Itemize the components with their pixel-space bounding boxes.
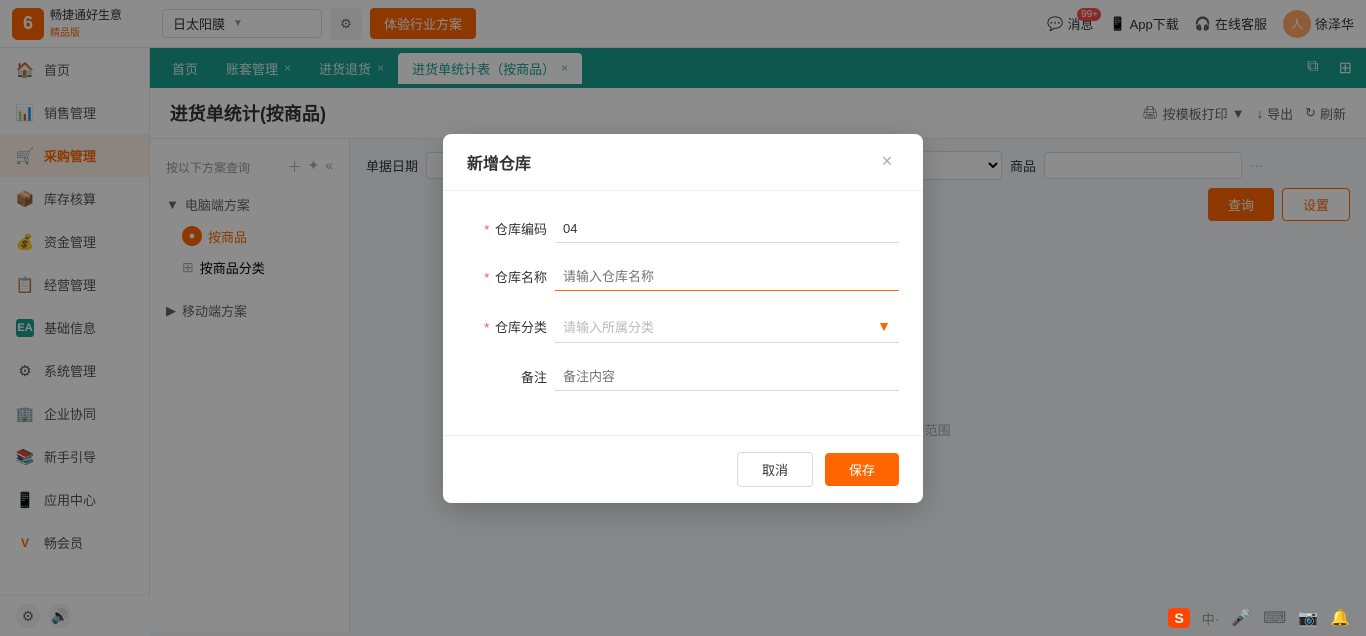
warehouse-name-input[interactable] (555, 263, 899, 291)
modal-title: 新增仓库 (467, 150, 531, 174)
warehouse-remark-label: 备注 (467, 367, 547, 386)
warehouse-code-input[interactable] (555, 215, 899, 243)
modal-close-button[interactable]: × (875, 150, 899, 174)
warehouse-category-row: * 仓库分类 请输入所属分类 ▼ (467, 311, 899, 343)
warehouse-remark-input[interactable] (555, 363, 899, 391)
warehouse-remark-row: 备注 (467, 363, 899, 391)
save-button[interactable]: 保存 (825, 453, 899, 486)
warehouse-code-label: * 仓库编码 (467, 219, 547, 238)
modal-overlay: 新增仓库 × * 仓库编码 * 仓库名称 * (0, 0, 1366, 636)
cancel-button[interactable]: 取消 (737, 452, 813, 487)
category-dropdown-icon: ▼ (877, 318, 891, 334)
keyboard-icon[interactable]: ⌨ (1263, 608, 1286, 628)
warehouse-name-label: * 仓库名称 (467, 267, 547, 286)
warehouse-name-row: * 仓库名称 (467, 263, 899, 291)
notification-icon[interactable]: 🔔 (1330, 608, 1350, 628)
warehouse-category-select[interactable]: 请输入所属分类 ▼ (555, 311, 899, 343)
ime-label: 中· (1202, 609, 1219, 628)
category-placeholder: 请输入所属分类 (563, 317, 877, 336)
modal-header: 新增仓库 × (443, 134, 923, 191)
s-logo: S (1168, 608, 1189, 628)
mic-icon[interactable]: 🎤 (1231, 608, 1251, 628)
modal-footer: 取消 保存 (443, 435, 923, 503)
bottom-bar: S 中· 🎤 ⌨ 📷 🔔 (1152, 600, 1366, 636)
camera-icon[interactable]: 📷 (1298, 608, 1318, 628)
warehouse-category-label: * 仓库分类 (467, 317, 547, 336)
add-warehouse-modal: 新增仓库 × * 仓库编码 * 仓库名称 * (443, 134, 923, 503)
modal-body: * 仓库编码 * 仓库名称 * 仓库分类 请输入所属分类 (443, 191, 923, 435)
warehouse-code-row: * 仓库编码 (467, 215, 899, 243)
